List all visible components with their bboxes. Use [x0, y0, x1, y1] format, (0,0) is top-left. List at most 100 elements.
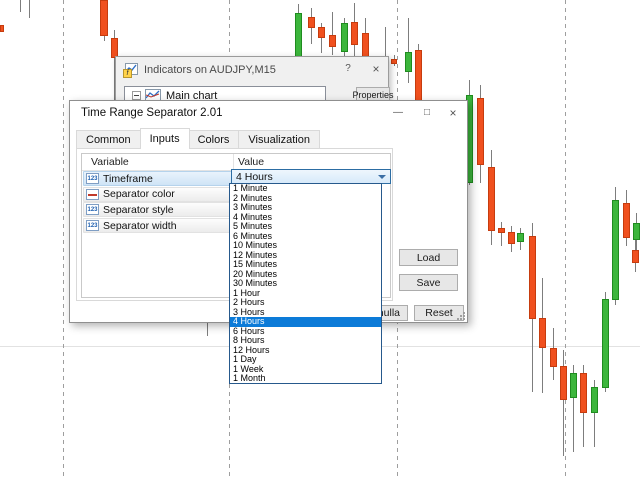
- param-label: Separator width: [103, 219, 177, 232]
- numeric-123-icon: 123: [86, 173, 99, 184]
- tab-colors[interactable]: Colors: [188, 130, 240, 149]
- candle-body: [550, 348, 557, 367]
- candle-body: [560, 366, 567, 400]
- param-row-timeframe[interactable]: 123 Timeframe: [83, 171, 232, 186]
- candle-body: [0, 25, 4, 32]
- numeric-badge: 123: [87, 207, 98, 214]
- candle-body: [632, 250, 639, 263]
- candle-body: [295, 13, 302, 62]
- candle-body: [633, 223, 640, 240]
- candle-body: [508, 232, 515, 244]
- candle-body: [329, 35, 336, 47]
- dropdown-item-12-minutes[interactable]: 12 Minutes: [230, 251, 381, 261]
- dropdown-item-4-hours[interactable]: 4 Hours: [230, 317, 381, 327]
- candle-wick: [332, 12, 333, 55]
- candle-wick: [207, 322, 208, 336]
- dropdown-item-20-minutes[interactable]: 20 Minutes: [230, 270, 381, 280]
- dropdown-item-6-minutes[interactable]: 6 Minutes: [230, 232, 381, 242]
- indicator-function-icon: f: [123, 63, 139, 78]
- candle-body: [477, 98, 484, 165]
- tab-common[interactable]: Common: [76, 130, 141, 149]
- candle-body: [488, 167, 495, 231]
- dropdown-item-5-minutes[interactable]: 5 Minutes: [230, 222, 381, 232]
- dropdown-item-15-minutes[interactable]: 15 Minutes: [230, 260, 381, 270]
- candle-body: [308, 17, 315, 28]
- param-label: Separator color: [103, 188, 175, 201]
- numeric-123-icon: 123: [86, 204, 99, 216]
- candle-body: [623, 203, 630, 238]
- candle-body: [351, 22, 358, 45]
- candle-body: [405, 52, 412, 72]
- param-row-separator-width[interactable]: 123 Separator width: [83, 218, 232, 234]
- tab-visualization[interactable]: Visualization: [239, 130, 320, 149]
- chevron-down-icon: [378, 175, 386, 179]
- timeframe-combobox[interactable]: 4 Hours: [231, 169, 391, 184]
- trs-dialog-title: Time Range Separator 2.01: [81, 107, 223, 119]
- color-sample-line: [88, 193, 97, 196]
- candle-body: [580, 373, 587, 413]
- tree-collapse-icon[interactable]: [132, 91, 141, 100]
- dropdown-item-1-week[interactable]: 1 Week: [230, 365, 381, 375]
- dropdown-item-3-hours[interactable]: 3 Hours: [230, 308, 381, 318]
- indicators-dialog-titlebar[interactable]: f Indicators on AUDJPY,M15 ? ×: [116, 57, 388, 81]
- numeric-badge: 123: [87, 223, 98, 230]
- dropdown-item-6-hours[interactable]: 6 Hours: [230, 327, 381, 337]
- candle-wick: [20, 0, 21, 12]
- dropdown-item-10-minutes[interactable]: 10 Minutes: [230, 241, 381, 251]
- candle-body: [612, 200, 619, 300]
- combobox-value: 4 Hours: [236, 170, 273, 183]
- candle-wick: [29, 0, 30, 18]
- indicators-close-button[interactable]: ×: [369, 62, 383, 76]
- candle-body: [529, 236, 536, 319]
- candle-body: [517, 233, 524, 242]
- dropdown-item-1-month[interactable]: 1 Month: [230, 374, 381, 384]
- dropdown-item-8-hours[interactable]: 8 Hours: [230, 336, 381, 346]
- dropdown-item-3-minutes[interactable]: 3 Minutes: [230, 203, 381, 213]
- period-separator-line: [565, 0, 566, 480]
- dropdown-item-30-minutes[interactable]: 30 Minutes: [230, 279, 381, 289]
- candle-body: [570, 373, 577, 398]
- dropdown-item-4-minutes[interactable]: 4 Minutes: [230, 213, 381, 223]
- trs-close-button[interactable]: ×: [446, 106, 460, 120]
- candle-body: [318, 27, 325, 38]
- grid-header-variable: Variable: [91, 156, 129, 168]
- tab-strip: Common Inputs Colors Visualization: [76, 128, 320, 149]
- candle-body: [498, 228, 505, 233]
- dropdown-item-1-minute[interactable]: 1 Minute: [230, 184, 381, 194]
- candle-body: [341, 23, 348, 52]
- param-label: Timeframe: [103, 172, 153, 185]
- param-label: Separator style: [103, 203, 174, 216]
- candle-wick: [501, 222, 502, 246]
- candle-body: [539, 318, 546, 348]
- column-divider: [233, 154, 234, 170]
- help-button[interactable]: ?: [341, 62, 355, 76]
- candle-wick: [408, 18, 409, 83]
- trs-titlebar[interactable]: Time Range Separator 2.01 — □ ×: [70, 101, 467, 126]
- candle-body: [602, 299, 609, 388]
- resize-grip[interactable]: [457, 312, 465, 320]
- maximize-button[interactable]: □: [420, 106, 434, 120]
- timeframe-dropdown: 1 Minute 2 Minutes 3 Minutes 4 Minutes 5 Min…: [229, 183, 382, 384]
- dropdown-item-12-hours[interactable]: 12 Hours: [230, 346, 381, 356]
- color-line-icon: [86, 188, 99, 200]
- dropdown-item-1-hour[interactable]: 1 Hour: [230, 289, 381, 299]
- param-row-separator-style[interactable]: 123 Separator style: [83, 202, 232, 218]
- candle-body: [391, 59, 397, 64]
- tab-inputs[interactable]: Inputs: [139, 128, 190, 149]
- minimize-button[interactable]: —: [391, 106, 405, 120]
- candle-body: [111, 38, 118, 58]
- metatrader-window: f Indicators on AUDJPY,M15 ? × Main char…: [0, 0, 640, 480]
- numeric-badge: 123: [87, 176, 98, 182]
- dropdown-item-1-day[interactable]: 1 Day: [230, 355, 381, 365]
- numeric-123-icon: 123: [86, 220, 99, 232]
- grid-header-value: Value: [238, 156, 265, 168]
- function-f-glyph: f: [123, 69, 132, 78]
- period-separator-line: [63, 0, 64, 480]
- indicators-dialog-title: Indicators on AUDJPY,M15: [144, 64, 276, 76]
- dropdown-item-2-minutes[interactable]: 2 Minutes: [230, 194, 381, 204]
- param-row-separator-color[interactable]: Separator color: [83, 186, 232, 202]
- load-button[interactable]: Load: [399, 249, 458, 266]
- candle-body: [591, 387, 598, 413]
- dropdown-item-2-hours[interactable]: 2 Hours: [230, 298, 381, 308]
- save-button[interactable]: Save: [399, 274, 458, 291]
